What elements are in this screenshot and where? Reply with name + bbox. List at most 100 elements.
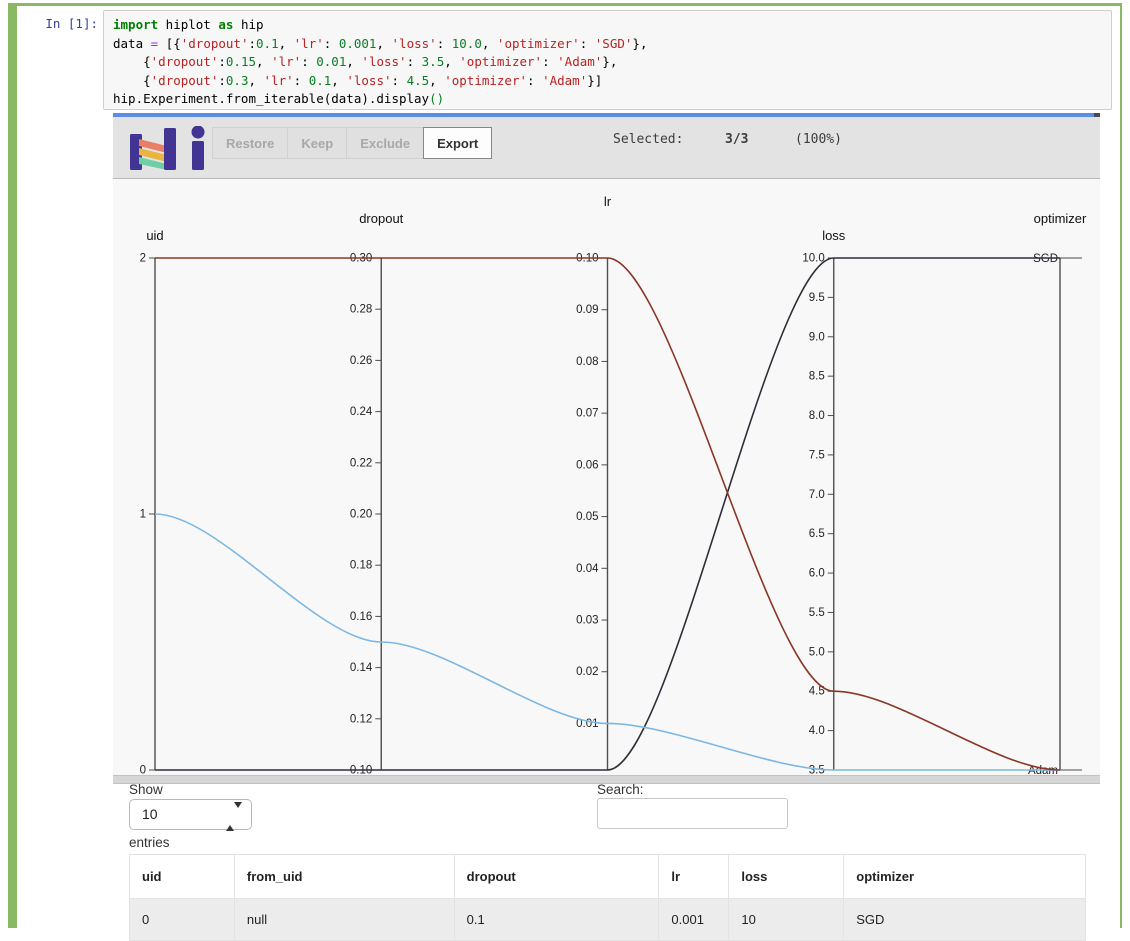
entries-label: entries	[129, 835, 170, 850]
code-token: as	[218, 17, 233, 32]
code-token: ,	[482, 36, 497, 51]
spinner-up-arrow-icon	[226, 808, 234, 831]
axis-tick-label: 0.14	[350, 662, 373, 674]
restore-button[interactable]: Restore	[212, 127, 288, 159]
axis-tick-label: 0.20	[350, 509, 372, 521]
axis-optimizer: optimizerSGDAdam	[1028, 211, 1087, 775]
axis-title-optimizer[interactable]: optimizer	[1034, 211, 1087, 226]
column-header-loss[interactable]: loss	[729, 855, 844, 899]
code-token: import	[113, 17, 158, 32]
table-cell: null	[234, 899, 454, 941]
column-header-dropout[interactable]: dropout	[454, 855, 659, 899]
code-token: :	[324, 36, 339, 51]
code-token: 'dropout'	[181, 36, 249, 51]
code-token: 0.1	[256, 36, 279, 51]
code-line: {'dropout':0.15, 'lr': 0.01, 'loss': 3.5…	[113, 53, 1102, 72]
axis-lr: lr0.100.090.080.070.060.050.040.030.020.…	[576, 194, 612, 770]
code-token: },	[632, 36, 647, 51]
spinner-down-arrow-icon	[234, 802, 242, 825]
column-header-from_uid[interactable]: from_uid	[234, 855, 454, 899]
search-input[interactable]	[597, 798, 788, 829]
axis-title-lr[interactable]: lr	[604, 194, 612, 209]
axis-tick-label: 0.09	[576, 304, 598, 316]
axis-tick-label: 0.24	[350, 406, 373, 418]
code-token: },	[602, 54, 617, 69]
code-token: 0.1	[309, 73, 332, 88]
code-token: 'lr'	[264, 73, 294, 88]
export-button[interactable]: Export	[423, 127, 492, 159]
logo-i-bar	[192, 141, 204, 170]
code-token: 0.3	[226, 73, 249, 88]
axis-tick-label: 1	[140, 509, 146, 521]
axis-tick-label: 0.04	[576, 563, 599, 575]
code-token: ,	[331, 73, 346, 88]
code-token: 0.001	[339, 36, 377, 51]
code-token: :	[527, 73, 542, 88]
axis-tick-label: 0.03	[576, 615, 598, 627]
code-token: :	[294, 73, 309, 88]
axis-tick-label: 0.18	[350, 560, 372, 572]
axis-uid: uid210	[140, 228, 164, 775]
code-line: {'dropout':0.3, 'lr': 0.1, 'loss': 4.5, …	[113, 72, 1102, 91]
table-row[interactable]: 0null0.10.00110SGD	[130, 899, 1086, 941]
code-line: import hiplot as hip	[113, 16, 1102, 35]
axis-title-loss[interactable]: loss	[822, 228, 846, 243]
axis-tick-label: 4.0	[809, 725, 825, 737]
hiplot-logo	[130, 126, 212, 170]
code-token: 4.5	[407, 73, 430, 88]
code-token: :	[407, 54, 422, 69]
show-label: Show	[129, 782, 163, 797]
code-token: 'loss'	[361, 54, 406, 69]
axis-loss: loss10.09.59.08.58.07.57.06.56.05.55.04.…	[802, 228, 845, 775]
code-token: ,	[376, 36, 391, 51]
table-cell: 0	[130, 899, 235, 941]
axis-tick-label: 9.0	[809, 331, 825, 343]
code-token: :	[218, 73, 226, 88]
axis-tick-label: 10.0	[802, 253, 824, 265]
code-token: 'dropout'	[151, 54, 219, 69]
code-token: 'loss'	[346, 73, 391, 88]
code-token: 'lr'	[294, 36, 324, 51]
code-token: ,	[346, 54, 361, 69]
keep-button[interactable]: Keep	[287, 127, 347, 159]
axis-tick-label: 0.07	[576, 408, 598, 420]
code-token: 'optimizer'	[459, 54, 542, 69]
code-token: :	[301, 54, 316, 69]
axis-title-dropout[interactable]: dropout	[359, 211, 403, 226]
axis-tick-label: 0	[140, 765, 146, 776]
column-header-optimizer[interactable]: optimizer	[844, 855, 1086, 899]
code-token: :	[542, 54, 557, 69]
code-token: 'Adam'	[542, 73, 587, 88]
code-token: {	[113, 73, 151, 88]
column-header-uid[interactable]: uid	[130, 855, 235, 899]
code-token: :	[218, 54, 226, 69]
code-token: 'SGD'	[595, 36, 633, 51]
frame-border-left	[8, 3, 17, 928]
column-header-lr[interactable]: lr	[659, 855, 729, 899]
hiplot-toolbar: Restore Keep Exclude Export Selected: 3/…	[113, 117, 1100, 179]
table-cell: 0.001	[659, 899, 729, 941]
selected-percent: (100%)	[795, 132, 842, 147]
parallel-coordinates-plot: uid210dropout0.300.280.260.240.220.200.1…	[113, 179, 1100, 775]
table-cell: SGD	[844, 899, 1086, 941]
search-label: Search:	[597, 782, 644, 797]
code-token: data	[113, 36, 151, 51]
code-token: 'optimizer'	[444, 73, 527, 88]
code-token: hiplot	[158, 17, 218, 32]
cell-prompt: In [1]:	[12, 16, 98, 31]
selected-label: Selected:	[613, 132, 683, 147]
axis-title-uid[interactable]: uid	[146, 228, 163, 243]
exclude-button[interactable]: Exclude	[346, 127, 424, 159]
code-token: }]	[587, 73, 602, 88]
axis-tick-label: 7.5	[809, 449, 825, 461]
axis-tick-label: 0.26	[350, 355, 372, 367]
logo-h-right-bar	[164, 128, 176, 170]
page-size-select[interactable]: 10	[129, 799, 252, 830]
code-token: hip	[233, 17, 263, 32]
code-token: ,	[444, 54, 459, 69]
code-editor[interactable]: import hiplot as hipdata = [{'dropout':0…	[103, 10, 1112, 110]
axis-tick-label: 0.12	[350, 713, 372, 725]
code-token: [{	[158, 36, 181, 51]
axis-tick-label: 0.28	[350, 304, 372, 316]
axis-tick-label: 0.16	[350, 611, 372, 623]
